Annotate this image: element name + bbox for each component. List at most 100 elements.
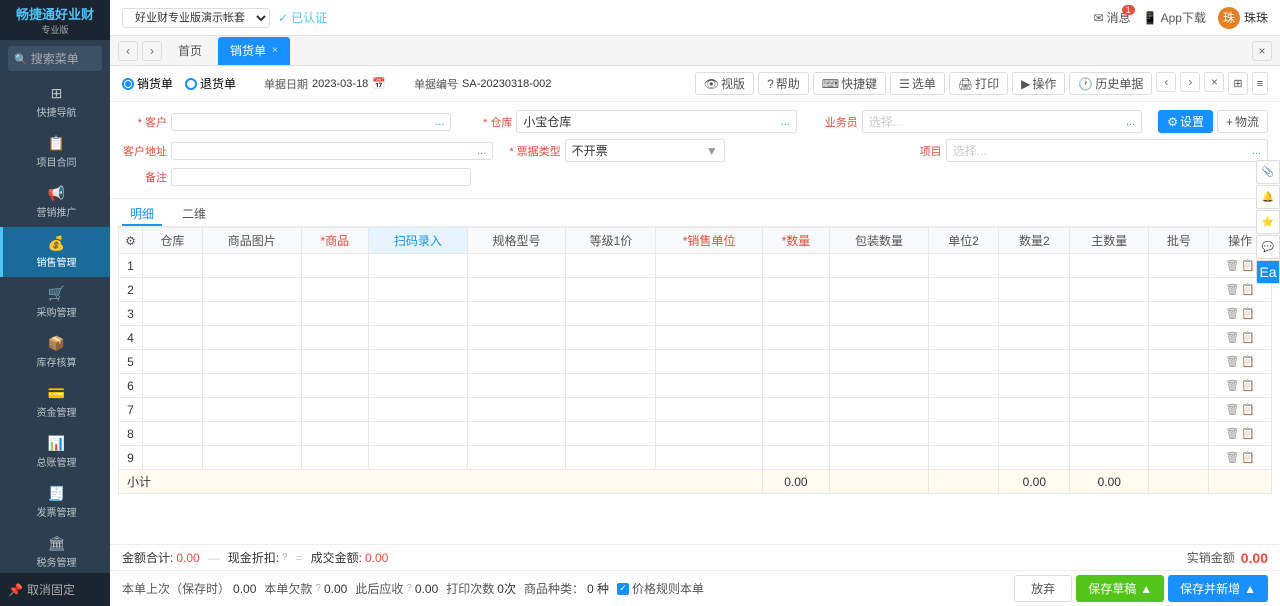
settings-icon[interactable]: ⚙ — [125, 234, 136, 248]
salesperson-dots-icon[interactable]: ... — [1126, 116, 1135, 128]
row-6-main-qty[interactable] — [1070, 374, 1149, 398]
app-download-button[interactable]: 📱 App下载 — [1143, 9, 1206, 26]
row-7-unit2[interactable] — [928, 398, 999, 422]
row-9-price[interactable] — [566, 446, 656, 470]
tab-detail[interactable]: 明细 — [122, 203, 162, 226]
row-6-delete-icon[interactable]: 🗑 — [1225, 379, 1239, 392]
row-8-copy-icon[interactable]: 📋 — [1241, 427, 1255, 440]
row-3-copy-icon[interactable]: 📋 — [1241, 307, 1255, 320]
right-tool-attachment[interactable]: 📎 — [1256, 160, 1280, 184]
row-8-delete-icon[interactable]: 🗑 — [1225, 427, 1239, 440]
row-9-spec[interactable] — [467, 446, 566, 470]
row-4-warehouse[interactable] — [143, 326, 203, 350]
row-9-qty[interactable] — [762, 446, 829, 470]
row-6-copy-icon[interactable]: 📋 — [1241, 379, 1255, 392]
sidebar-item-tax[interactable]: 🏛 税务管理 — [0, 527, 110, 573]
row-3-delete-icon[interactable]: 🗑 — [1225, 307, 1239, 320]
row-7-warehouse[interactable] — [143, 398, 203, 422]
row-6-batch[interactable] — [1149, 374, 1209, 398]
row-9-pack-qty[interactable] — [830, 446, 929, 470]
row-6-spec[interactable] — [467, 374, 566, 398]
row-7-pack-qty[interactable] — [830, 398, 929, 422]
row-2-unit2[interactable] — [928, 278, 999, 302]
row-8-pack-qty[interactable] — [830, 422, 929, 446]
row-5-warehouse[interactable] — [143, 350, 203, 374]
salesperson-input[interactable]: 选择... ... — [862, 110, 1142, 133]
row-5-spec[interactable] — [467, 350, 566, 374]
row-9-copy-icon[interactable]: 📋 — [1241, 451, 1255, 464]
row-5-main-qty[interactable] — [1070, 350, 1149, 374]
price-check-checkbox[interactable]: ✓ — [617, 583, 629, 595]
row-4-spec[interactable] — [467, 326, 566, 350]
row-5-pack-qty[interactable] — [830, 350, 929, 374]
row-7-qty2[interactable] — [999, 398, 1070, 422]
row-2-spec[interactable] — [467, 278, 566, 302]
row-4-qty[interactable] — [762, 326, 829, 350]
row-6-product[interactable] — [301, 374, 368, 398]
row-1-batch[interactable] — [1149, 254, 1209, 278]
row-4-unit2[interactable] — [928, 326, 999, 350]
company-select[interactable]: 好业财专业版演示帐套 — [122, 8, 270, 28]
select-button[interactable]: ☰ 选单 — [890, 72, 945, 95]
row-8-qty[interactable] — [762, 422, 829, 446]
warehouse-input[interactable]: 小宝仓库 ... — [516, 110, 796, 133]
row-9-product[interactable] — [301, 446, 368, 470]
row-6-warehouse[interactable] — [143, 374, 203, 398]
row-2-price[interactable] — [566, 278, 656, 302]
row-8-unit2[interactable] — [928, 422, 999, 446]
sidebar-item-capital[interactable]: 💳 资金管理 — [0, 377, 110, 427]
row-2-pack-qty[interactable] — [830, 278, 929, 302]
discard-button[interactable]: 放弃 — [1014, 575, 1072, 602]
user-menu[interactable]: 珠 珠珠 — [1218, 7, 1268, 29]
warehouse-dots-icon[interactable]: ... — [781, 116, 790, 128]
row-6-price[interactable] — [566, 374, 656, 398]
form-nav-prev[interactable]: ‹ — [1156, 72, 1176, 92]
row-9-warehouse[interactable] — [143, 446, 203, 470]
row-1-main-qty[interactable] — [1070, 254, 1149, 278]
row-3-product[interactable] — [301, 302, 368, 326]
row-7-batch[interactable] — [1149, 398, 1209, 422]
future-info-icon[interactable]: ? — [406, 583, 412, 594]
row-6-unit[interactable] — [656, 374, 762, 398]
row-1-qty[interactable] — [762, 254, 829, 278]
row-6-qty[interactable] — [762, 374, 829, 398]
row-4-product[interactable] — [301, 326, 368, 350]
row-4-qty2[interactable] — [999, 326, 1070, 350]
row-1-unit[interactable] — [656, 254, 762, 278]
history-button[interactable]: 🕐 历史单据 — [1069, 72, 1152, 95]
row-7-unit[interactable] — [656, 398, 762, 422]
row-2-product[interactable] — [301, 278, 368, 302]
row-6-unit2[interactable] — [928, 374, 999, 398]
th-settings[interactable]: ⚙ — [119, 228, 143, 254]
row-7-qty[interactable] — [762, 398, 829, 422]
row-5-scan[interactable] — [368, 350, 467, 374]
row-8-main-qty[interactable] — [1070, 422, 1149, 446]
row-4-delete-icon[interactable]: 🗑 — [1225, 331, 1239, 344]
row-8-unit[interactable] — [656, 422, 762, 446]
row-1-delete-icon[interactable]: 🗑 — [1225, 259, 1239, 272]
customer-dots-icon[interactable]: ... — [435, 116, 444, 128]
sidebar-item-inventory[interactable]: 📦 库存核算 — [0, 327, 110, 377]
row-4-pack-qty[interactable] — [830, 326, 929, 350]
row-2-scan[interactable] — [368, 278, 467, 302]
row-5-qty[interactable] — [762, 350, 829, 374]
row-5-unit2[interactable] — [928, 350, 999, 374]
row-2-main-qty[interactable] — [1070, 278, 1149, 302]
row-3-spec[interactable] — [467, 302, 566, 326]
project-input[interactable]: 选择... ... — [946, 139, 1268, 162]
print-button[interactable]: 🖨 打印 — [949, 72, 1008, 95]
row-7-price[interactable] — [566, 398, 656, 422]
remarks-input[interactable] — [171, 168, 471, 186]
row-5-delete-icon[interactable]: 🗑 — [1225, 355, 1239, 368]
row-6-scan[interactable] — [368, 374, 467, 398]
row-3-warehouse[interactable] — [143, 302, 203, 326]
row-8-spec[interactable] — [467, 422, 566, 446]
address-input[interactable]: ... — [171, 142, 493, 160]
save-draft-button[interactable]: 保存草稿 ▲ — [1076, 575, 1164, 602]
row-3-qty2[interactable] — [999, 302, 1070, 326]
row-1-copy-icon[interactable]: 📋 — [1241, 259, 1255, 272]
row-4-scan[interactable] — [368, 326, 467, 350]
row-5-product[interactable] — [301, 350, 368, 374]
row-6-pack-qty[interactable] — [830, 374, 929, 398]
sidebar-item-invoice[interactable]: 🧾 发票管理 — [0, 477, 110, 527]
